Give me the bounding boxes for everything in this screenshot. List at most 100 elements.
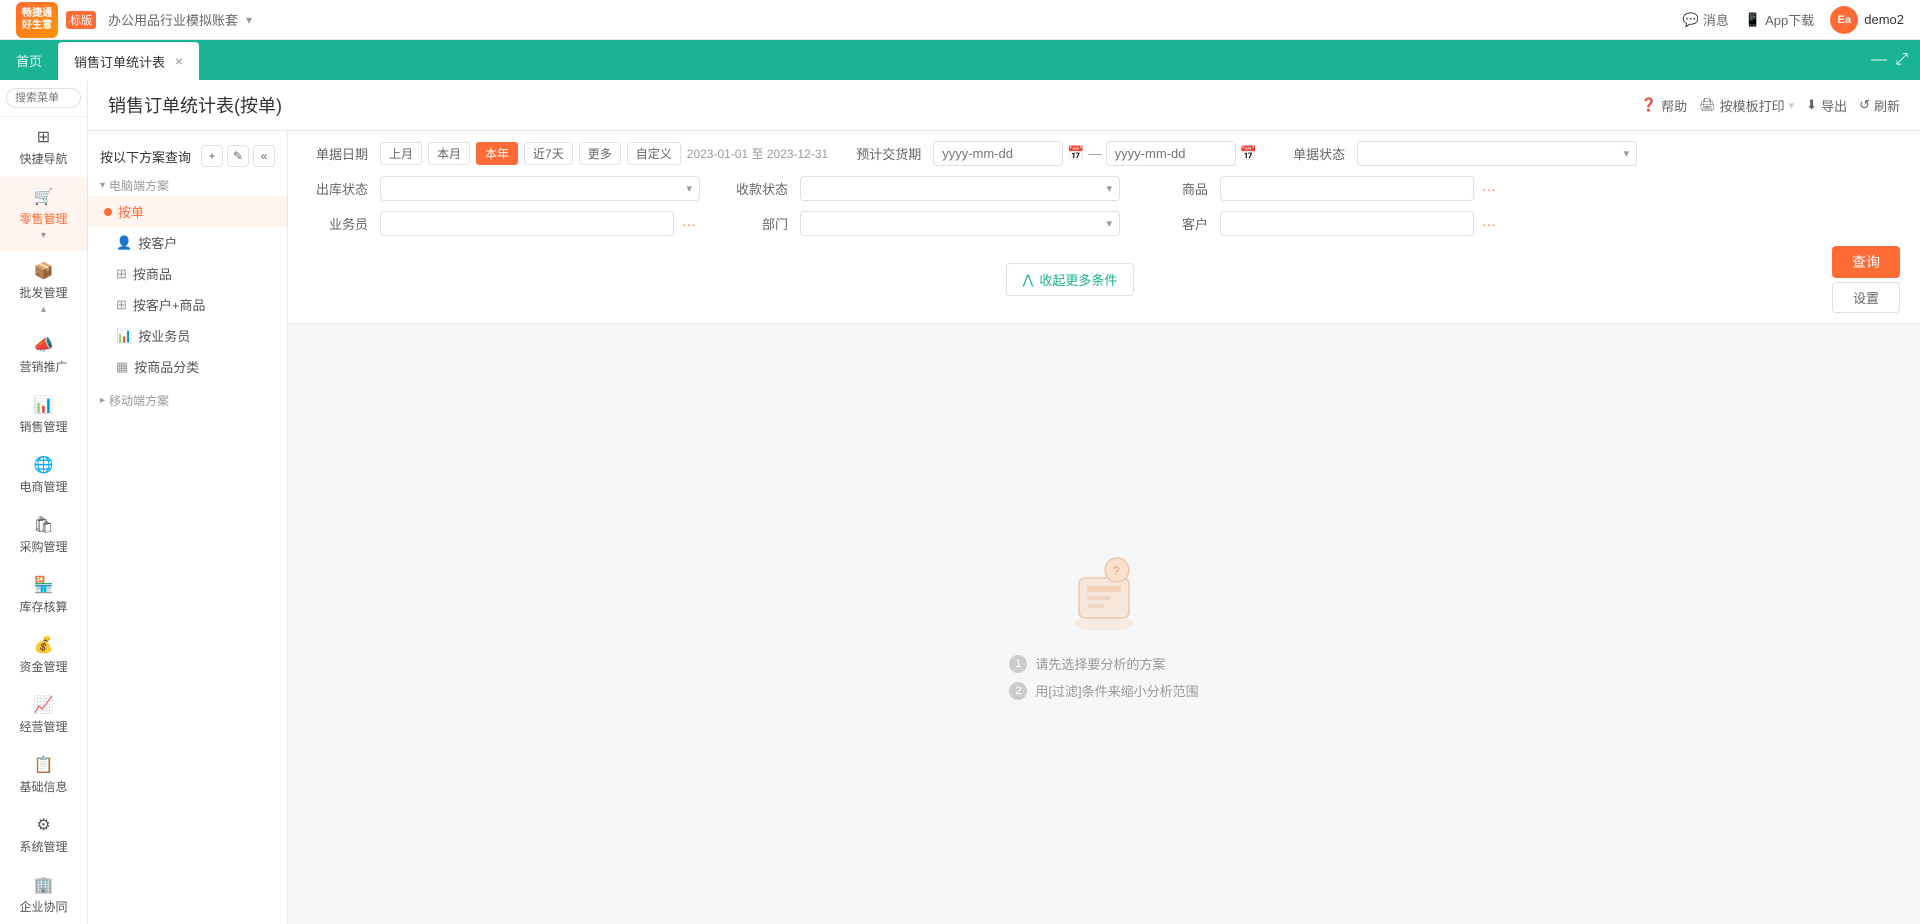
top-bar-right: 💬 消息 📱 App下载 Ea demo2 <box>1683 6 1904 34</box>
scheme-item-by-product[interactable]: ⊞ 按商品 <box>88 258 287 289</box>
date-custom-btn[interactable]: 自定义 <box>627 142 681 165</box>
date-last7-btn[interactable]: 近7天 <box>524 142 573 165</box>
active-indicator <box>104 208 112 216</box>
expected-date-end[interactable] <box>1106 141 1236 166</box>
sidebar-item-sales[interactable]: 📊 销售管理 <box>0 385 87 445</box>
download-btn[interactable]: 📱 App下载 <box>1745 10 1814 29</box>
main-layout: ⊞ 快捷导航 🛒 零售管理 ▾ 📦 批发管理 ▴ 📣 营销推广 📊 销售管理 🌐… <box>0 80 1920 924</box>
search-input[interactable] <box>6 88 81 108</box>
tab-home[interactable]: 首页 <box>0 40 58 80</box>
customer-input[interactable] <box>1220 211 1474 236</box>
product-input[interactable] <box>1220 176 1474 201</box>
page-title: 销售订单统计表(按单) <box>108 92 282 130</box>
scheme-collapse-icon: « <box>261 149 268 163</box>
sidebar: ⊞ 快捷导航 🛒 零售管理 ▾ 📦 批发管理 ▴ 📣 营销推广 📊 销售管理 🌐… <box>0 80 88 924</box>
scheme-header-label: 按以下方案查询 <box>100 147 191 166</box>
sidebar-item-operation[interactable]: 📈 经营管理 <box>0 685 87 745</box>
query-btn[interactable]: 查询 <box>1832 246 1900 278</box>
template-print-btn[interactable]: 🖨 按模板打印 ▾ <box>1699 96 1794 115</box>
retail-chevron-icon: ▾ <box>41 230 46 241</box>
scheme-edit-btn[interactable]: ✎ <box>227 145 249 167</box>
cal-start-icon[interactable]: 📅 <box>1067 145 1084 162</box>
scheme-add-btn[interactable]: + <box>201 145 223 167</box>
cal-end-icon[interactable]: 📅 <box>1240 145 1257 162</box>
scheme-item-by-order[interactable]: 按单 <box>88 196 287 227</box>
user-profile[interactable]: Ea demo2 <box>1830 6 1904 34</box>
receipt-status-select[interactable] <box>800 176 1120 201</box>
print-dropdown-icon: ▾ <box>1789 99 1795 112</box>
customer-more-icon[interactable]: ··· <box>1478 216 1500 232</box>
message-btn[interactable]: 💬 消息 <box>1683 10 1729 29</box>
sidebar-item-ecommerce[interactable]: 🌐 电商管理 <box>0 445 87 505</box>
step-2-num: 2 <box>1009 682 1027 700</box>
sidebar-item-finance[interactable]: 💰 资金管理 <box>0 625 87 685</box>
dept-wrap: ▾ <box>800 211 1120 236</box>
sidebar-item-marketing[interactable]: 📣 营销推广 <box>0 325 87 385</box>
date-this-month-btn[interactable]: 本月 <box>428 142 470 165</box>
status-select[interactable] <box>1357 141 1637 166</box>
help-btn[interactable]: ❓ 帮助 <box>1641 96 1687 115</box>
tab-order-stat[interactable]: 销售订单统计表 × <box>58 42 199 80</box>
receipt-status-wrap: ▾ <box>800 176 1120 201</box>
print-icon: 🖨 <box>1699 97 1716 113</box>
product-more-icon[interactable]: ··· <box>1478 181 1500 197</box>
dept-select[interactable] <box>800 211 1120 236</box>
expected-date-start[interactable] <box>933 141 1063 166</box>
collapse-btn[interactable]: ⋀ 收起更多条件 <box>1006 263 1135 296</box>
salesman-scheme-icon: 📊 <box>116 328 132 344</box>
empty-illustration: ? <box>1059 548 1149 638</box>
scheme-item-by-salesman[interactable]: 📊 按业务员 <box>88 320 287 351</box>
sidebar-item-purchase[interactable]: 🛍 采购管理 <box>0 505 87 565</box>
marketing-icon: 📣 <box>34 335 54 355</box>
export-icon: ⬇ <box>1806 97 1817 113</box>
empty-steps: 1 请先选择要分析的方案 2 用[过滤]条件来缩小分析范围 <box>1009 654 1198 700</box>
export-btn[interactable]: ⬇ 导出 <box>1806 96 1847 115</box>
date-more-btn[interactable]: 更多 <box>579 142 621 165</box>
search-menu-section <box>0 80 87 117</box>
scheme-panel: 按以下方案查询 + ✎ « ▾ <box>88 131 288 924</box>
empty-step-1: 1 请先选择要分析的方案 <box>1009 654 1198 673</box>
scheme-item-by-customer[interactable]: 👤 按客户 <box>88 227 287 258</box>
salesman-input[interactable] <box>380 211 674 236</box>
salesman-label: 业务员 <box>308 214 368 233</box>
scheme-collapse-btn[interactable]: « <box>253 145 275 167</box>
refresh-btn[interactable]: ↺ 刷新 <box>1859 96 1900 115</box>
tab-minimize-icon[interactable]: — <box>1871 51 1887 69</box>
app-title-dropdown[interactable]: ▾ <box>246 13 252 27</box>
logo: 畅捷通 好生意 <box>16 2 58 38</box>
inner-layout: 按以下方案查询 + ✎ « ▾ <box>88 131 1920 924</box>
date-last-month-btn[interactable]: 上月 <box>380 142 422 165</box>
filter-bottom-row: ⋀ 收起更多条件 查询 设置 <box>308 246 1900 313</box>
date-this-year-btn[interactable]: 本年 <box>476 142 518 165</box>
sidebar-item-retail[interactable]: 🛒 零售管理 ▾ <box>0 177 87 251</box>
sidebar-item-basic[interactable]: 📋 基础信息 <box>0 745 87 805</box>
step-1-num: 1 <box>1009 655 1027 673</box>
sidebar-item-enterprise[interactable]: 🏢 企业协同 <box>0 865 87 924</box>
sidebar-item-inventory[interactable]: 🏪 库存核算 <box>0 565 87 625</box>
salesman-field-wrap: ··· <box>380 211 700 236</box>
category-scheme-icon: ▦ <box>116 359 128 375</box>
empty-state: ? 1 请先选择要分析的方案 2 用[过滤]条件来缩小分析范围 <box>1009 548 1198 700</box>
settings-btn[interactable]: 设置 <box>1832 282 1900 313</box>
tab-maximize-icon[interactable]: ⤢ <box>1895 51 1908 69</box>
page-header: 销售订单统计表(按单) ❓ 帮助 🖨 按模板打印 ▾ ⬇ 导出 ↺ 刷新 <box>88 80 1920 131</box>
finance-icon: 💰 <box>34 635 54 655</box>
date-range-text: 2023-01-01 至 2023-12-31 <box>687 145 828 162</box>
out-status-select[interactable] <box>380 176 700 201</box>
tab-close-icon[interactable]: × <box>175 53 183 69</box>
scheme-item-by-category[interactable]: ▦ 按商品分类 <box>88 351 287 382</box>
scheme-add-icon: + <box>208 149 215 163</box>
sidebar-item-wholesale[interactable]: 📦 批发管理 ▴ <box>0 251 87 325</box>
filter-row-2: 出库状态 ▾ 收款状态 ▾ <box>308 176 1900 201</box>
sidebar-item-system[interactable]: ⚙ 系统管理 <box>0 805 87 865</box>
empty-step-2: 2 用[过滤]条件来缩小分析范围 <box>1009 681 1198 700</box>
product-scheme-icon: ⊞ <box>116 266 127 282</box>
sidebar-item-quick-nav[interactable]: ⊞ 快捷导航 <box>0 117 87 177</box>
wholesale-icon: 📦 <box>34 261 54 281</box>
salesman-more-icon[interactable]: ··· <box>678 216 700 232</box>
tab-bar-right: — ⤢ <box>1871 51 1908 69</box>
filter-row-1: 单据日期 上月 本月 本年 近7天 更多 自定义 2023-01-01 至 20… <box>308 141 1900 166</box>
scheme-item-by-cust-prod[interactable]: ⊞ 按客户+商品 <box>88 289 287 320</box>
refresh-icon: ↺ <box>1859 97 1870 113</box>
purchase-icon: 🛍 <box>33 515 53 535</box>
